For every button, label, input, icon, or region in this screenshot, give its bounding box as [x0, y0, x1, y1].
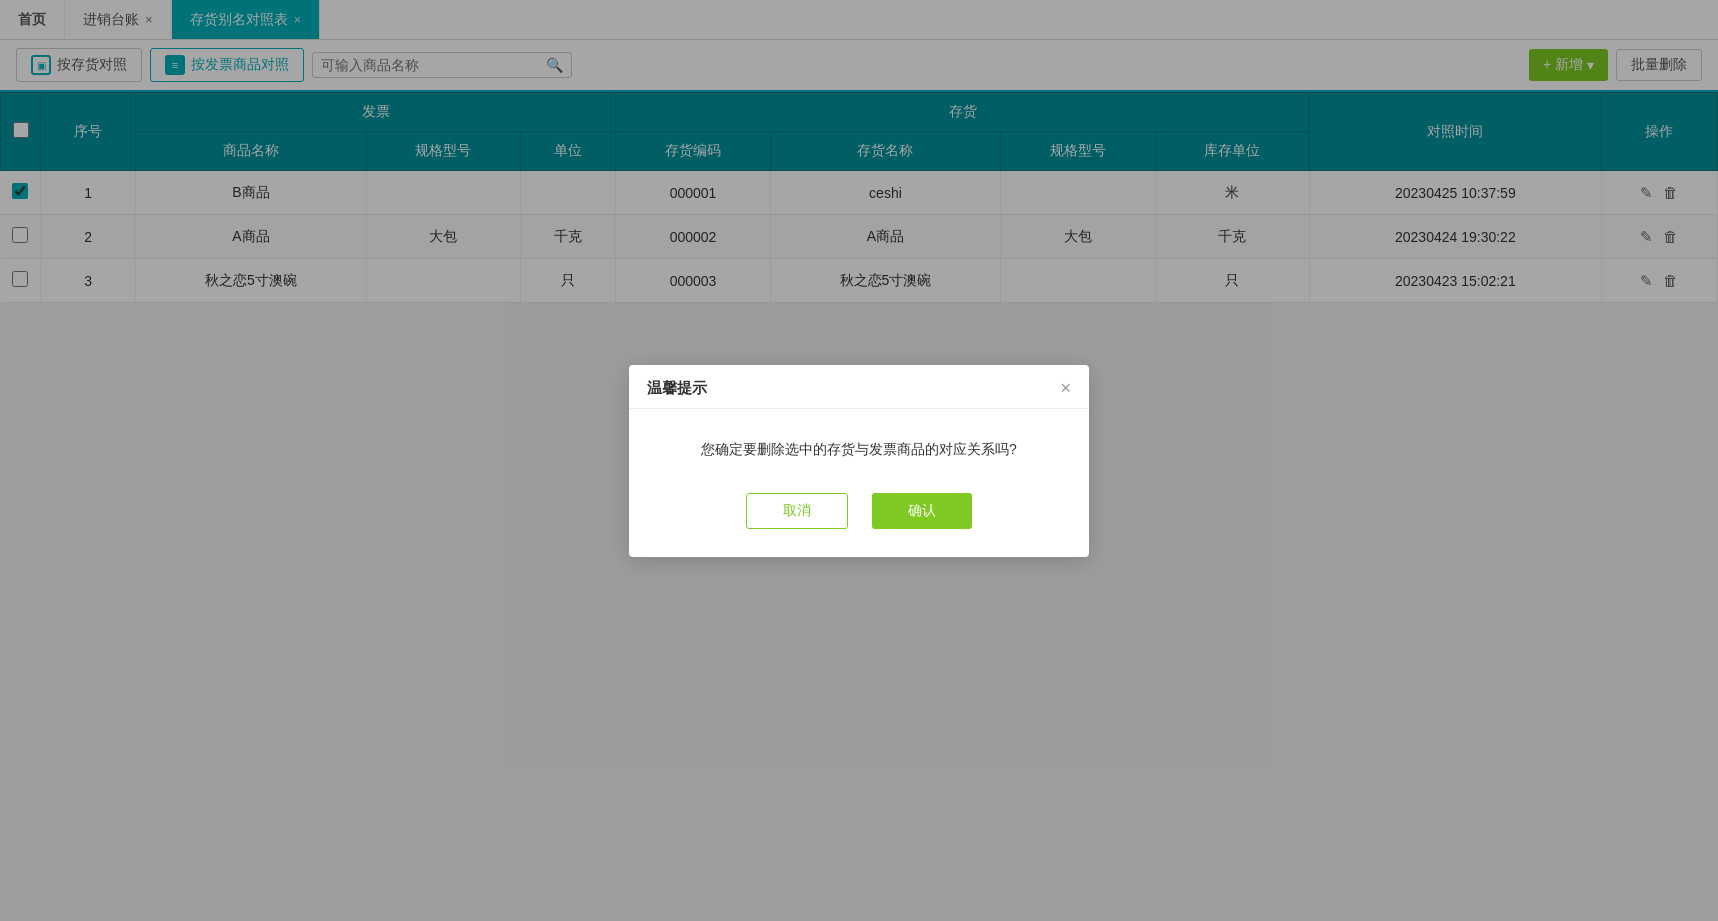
modal-overlay: 温馨提示 × 您确定要删除选中的存货与发票商品的对应关系吗? 取消 确认	[0, 0, 1718, 303]
